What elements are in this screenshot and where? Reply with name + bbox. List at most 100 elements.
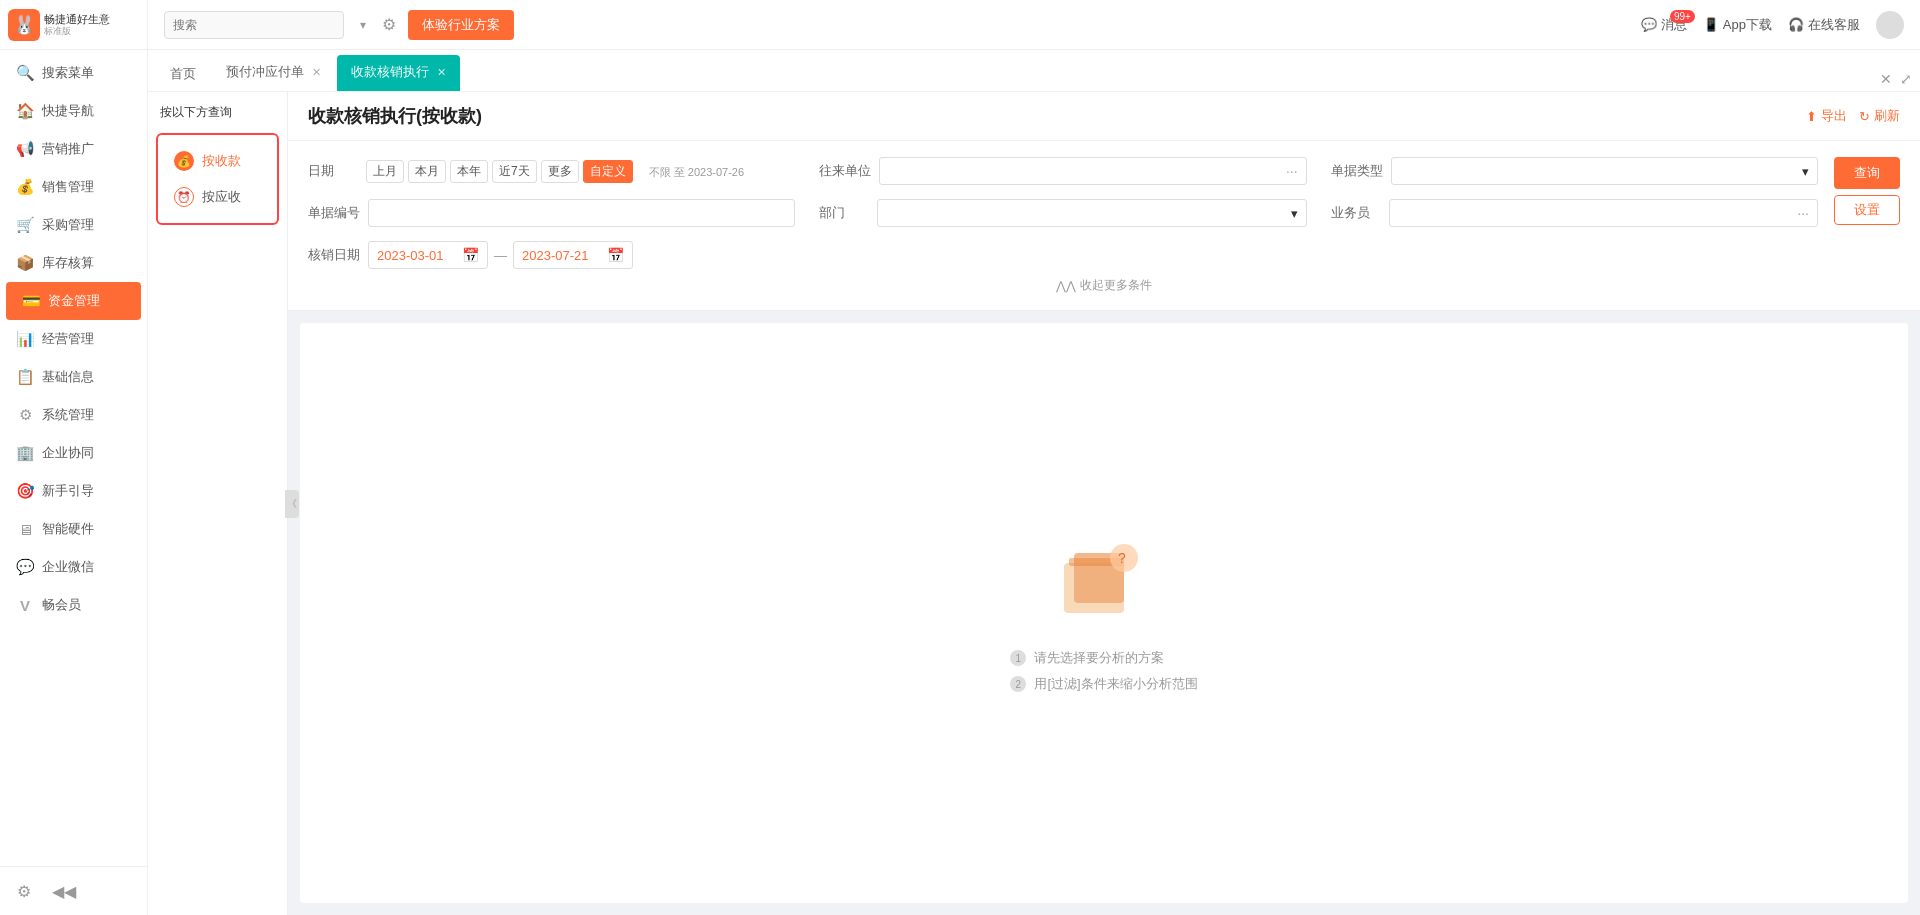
shortcut-this-year[interactable]: 本年 xyxy=(450,160,488,183)
sidebar-item-enterprise[interactable]: 🏢 企业协同 xyxy=(0,434,147,472)
filter-by-receipt-label: 按收款 xyxy=(202,152,241,170)
voucher-type-select[interactable]: ▾ xyxy=(1391,157,1818,185)
app-download-button[interactable]: 📱 App下载 xyxy=(1703,16,1772,34)
verify-start-calendar-icon[interactable]: 📅 xyxy=(462,247,479,263)
sidebar-item-inventory[interactable]: 📦 库存核算 xyxy=(0,244,147,282)
export-icon: ⬆ xyxy=(1806,109,1817,124)
empty-tip-1: 1 请先选择要分析的方案 xyxy=(1010,649,1197,667)
tab-expand-button[interactable]: ⤢ xyxy=(1900,71,1912,87)
verify-date-range: 2023-03-01 📅 — 2023-07-21 📅 xyxy=(368,241,633,269)
counterparty-dots[interactable]: ··· xyxy=(1286,163,1298,179)
capital-icon: 💳 xyxy=(22,292,40,310)
query-button[interactable]: 查询 xyxy=(1834,157,1900,189)
refresh-button[interactable]: ↻ 刷新 xyxy=(1859,107,1900,125)
shortcut-7days[interactable]: 近7天 xyxy=(492,160,537,183)
sidebar-item-label: 销售管理 xyxy=(42,178,94,196)
sidebar-item-capital[interactable]: 💳 资金管理 xyxy=(6,282,141,320)
salesperson-dots[interactable]: ··· xyxy=(1797,205,1809,221)
tabs-bar: 首页 预付冲应付单 ✕ 收款核销执行 ✕ ✕ ⤢ xyxy=(148,50,1920,92)
app-logo: 🐰 畅捷通好生意 标准版 xyxy=(0,0,147,50)
quick-nav-icon: 🏠 xyxy=(16,102,34,120)
sidebar-item-system[interactable]: ⚙ 系统管理 xyxy=(0,396,147,434)
shortcut-custom[interactable]: 自定义 xyxy=(583,160,633,183)
sidebar-item-operation[interactable]: 📊 经营管理 xyxy=(0,320,147,358)
user-avatar[interactable] xyxy=(1876,11,1904,39)
sidebar-item-quick-nav[interactable]: 🏠 快捷导航 xyxy=(0,92,147,130)
export-button[interactable]: ⬆ 导出 xyxy=(1806,107,1847,125)
settings-button[interactable]: 设置 xyxy=(1834,195,1900,225)
collapse-conditions-button[interactable]: ⋀⋀ 收起更多条件 xyxy=(1056,277,1152,294)
header-gear-button[interactable]: ⚙ xyxy=(382,15,396,34)
system-icon: ⚙ xyxy=(16,406,34,424)
page-content: 按以下方查询 💰 按收款 ⏰ 按应收 《 收款核销执行(按收款) xyxy=(148,92,1920,915)
tab-home[interactable]: 首页 xyxy=(156,57,210,91)
refresh-label: 刷新 xyxy=(1874,107,1900,125)
sidebar-item-sales[interactable]: 💰 销售管理 xyxy=(0,168,147,206)
counterparty-input[interactable]: ··· xyxy=(879,157,1306,185)
tab-prepay-close[interactable]: ✕ xyxy=(312,66,321,79)
salesperson-label: 业务员 xyxy=(1331,204,1381,222)
page-title-bar: 收款核销执行(按收款) ⬆ 导出 ↻ 刷新 xyxy=(288,92,1920,141)
app-name: 畅捷通好生意 xyxy=(44,12,110,26)
voucher-type-label: 单据类型 xyxy=(1331,162,1383,180)
verify-end-input[interactable]: 2023-07-21 📅 xyxy=(513,241,633,269)
shortcut-more[interactable]: 更多 xyxy=(541,160,579,183)
date-field: 日期 上月 本月 本年 近7天 更多 自定义 xyxy=(308,160,795,183)
sidebar-item-label: 新手引导 xyxy=(42,482,94,500)
message-button[interactable]: 💬 消息 99+ xyxy=(1641,16,1687,34)
sidebar-settings-button[interactable]: ⚙ xyxy=(8,875,40,907)
sales-icon: 💰 xyxy=(16,178,34,196)
tab-prepay[interactable]: 预付冲应付单 ✕ xyxy=(212,55,335,91)
form-row-2: 单据编号 部门 ▾ 业务员 xyxy=(308,199,1818,227)
sidebar-item-label: 智能硬件 xyxy=(42,520,94,538)
form-row-3: 核销日期 2023-03-01 📅 — 2023-07-21 xyxy=(308,241,1818,269)
sidebar-item-marketing[interactable]: 📢 营销推广 xyxy=(0,130,147,168)
sidebar-nav: 🔍 搜索菜单 🏠 快捷导航 📢 营销推广 💰 销售管理 🛒 采购管理 📦 库存核… xyxy=(0,50,147,866)
search-input[interactable] xyxy=(164,11,344,39)
sidebar-item-wechat[interactable]: 💬 企业微信 xyxy=(0,548,147,586)
sidebar-item-label: 营销推广 xyxy=(42,140,94,158)
query-actions: 查询 设置 xyxy=(1834,157,1900,225)
sidebar-item-label: 资金管理 xyxy=(48,292,100,310)
department-label: 部门 xyxy=(819,204,869,222)
verify-end-calendar-icon[interactable]: 📅 xyxy=(607,247,624,263)
sidebar-item-guide[interactable]: 🎯 新手引导 xyxy=(0,472,147,510)
collapse-conditions-area: ⋀⋀ 收起更多条件 xyxy=(308,269,1900,294)
voucher-type-field: 单据类型 ▾ xyxy=(1331,157,1818,185)
tab-collection[interactable]: 收款核销执行 ✕ xyxy=(337,55,460,91)
sidebar-item-search-menu[interactable]: 🔍 搜索菜单 xyxy=(0,54,147,92)
collapse-filter-panel-button[interactable]: 《 xyxy=(285,490,299,518)
customer-service-button[interactable]: 🎧 在线客服 xyxy=(1788,16,1860,34)
voucher-no-input[interactable] xyxy=(368,199,795,227)
shortcut-last-month[interactable]: 上月 xyxy=(366,160,404,183)
filter-by-receivable[interactable]: ⏰ 按应收 xyxy=(162,179,273,215)
header-right: 💬 消息 99+ 📱 App下载 🎧 在线客服 xyxy=(1641,11,1904,39)
app-sub: 标准版 xyxy=(44,26,110,38)
header-dropdown-button[interactable]: ▾ xyxy=(356,14,370,36)
verify-start-input[interactable]: 2023-03-01 📅 xyxy=(368,241,488,269)
department-select[interactable]: ▾ xyxy=(877,199,1306,227)
salesperson-input[interactable]: ··· xyxy=(1389,199,1818,227)
filter-panel: 按以下方查询 💰 按收款 ⏰ 按应收 《 xyxy=(148,92,288,915)
sidebar-collapse-button[interactable]: ◀◀ xyxy=(48,875,80,907)
empty-tip-2: 2 用[过滤]条件来缩小分析范围 xyxy=(1010,675,1197,693)
sidebar-item-purchase[interactable]: 🛒 采购管理 xyxy=(0,206,147,244)
tab-collection-close[interactable]: ✕ xyxy=(437,66,446,79)
main-area: ▾ ⚙ 体验行业方案 💬 消息 99+ 📱 App下载 🎧 在线客服 首页 xyxy=(148,0,1920,915)
filter-by-receipt[interactable]: 💰 按收款 xyxy=(162,143,273,179)
tab-close-all-button[interactable]: ✕ xyxy=(1880,71,1892,87)
shortcut-this-month[interactable]: 本月 xyxy=(408,160,446,183)
sidebar-item-basic-info[interactable]: 📋 基础信息 xyxy=(0,358,147,396)
tip-text-1: 请先选择要分析的方案 xyxy=(1034,649,1164,667)
voucher-type-chevron: ▾ xyxy=(1802,164,1809,179)
receivable-icon: ⏰ xyxy=(174,187,194,207)
sidebar-item-smart-hw[interactable]: 🖥 智能硬件 xyxy=(0,510,147,548)
solution-button[interactable]: 体验行业方案 xyxy=(408,10,514,40)
message-badge: 99+ xyxy=(1670,10,1695,23)
member-icon: V xyxy=(16,597,34,614)
content-area: 收款核销执行(按收款) ⬆ 导出 ↻ 刷新 xyxy=(288,92,1920,915)
export-label: 导出 xyxy=(1821,107,1847,125)
sidebar-item-member[interactable]: V 畅会员 xyxy=(0,586,147,624)
filter-panel-title: 按以下方查询 xyxy=(148,104,287,129)
tabs-actions: ✕ ⤢ xyxy=(1880,71,1912,91)
